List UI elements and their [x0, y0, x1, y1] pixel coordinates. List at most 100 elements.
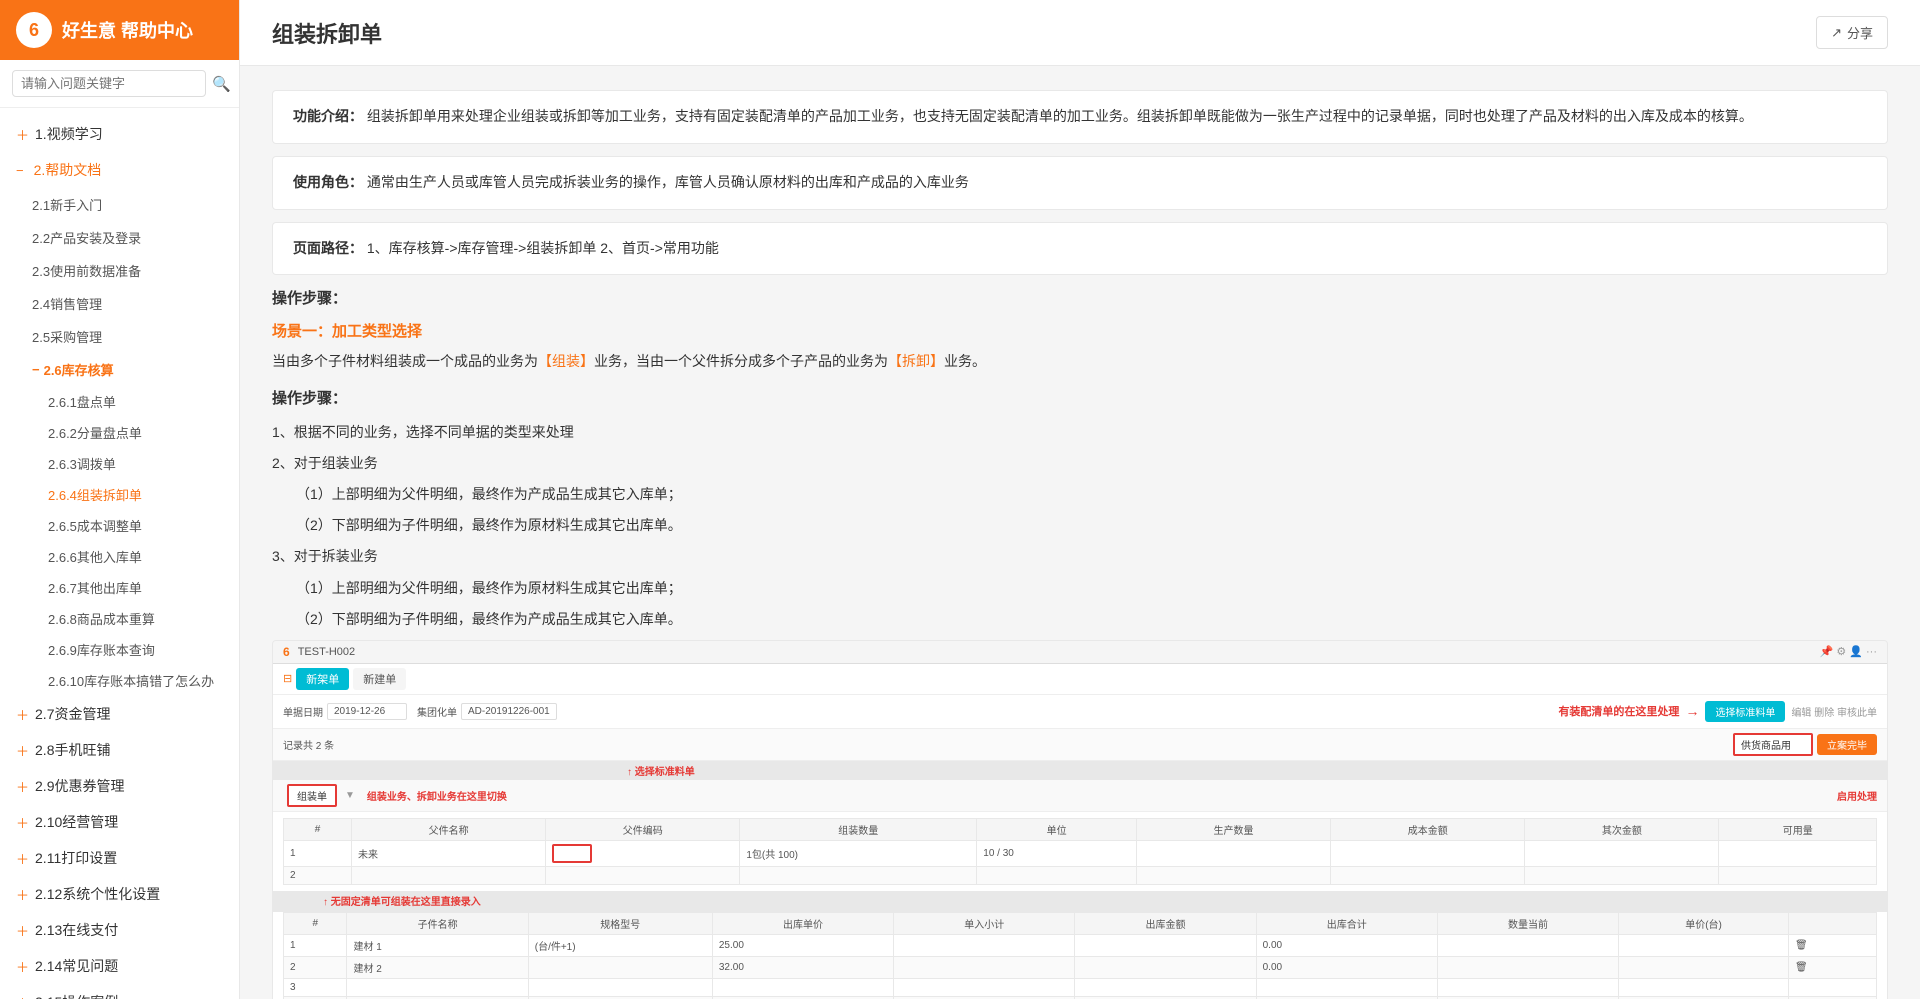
sidebar-subsub-261[interactable]: 2.6.1盘点单	[0, 386, 239, 417]
sidebar-item-215-label: 2.15操作案例	[35, 992, 118, 999]
search-input[interactable]	[12, 70, 206, 97]
sidebar-subsub-269[interactable]: 2.6.9库存账本查询	[0, 634, 239, 665]
sidebar-sub-item-21[interactable]: 2.1新手入门	[0, 188, 239, 221]
sidebar-subsub-264[interactable]: 2.6.4组装拆卸单	[0, 479, 239, 510]
plus-icon-213: ＋	[16, 921, 29, 940]
plus-icon-28: ＋	[16, 741, 29, 760]
sim-search-field[interactable]: 供货商品用	[1733, 733, 1813, 756]
td-code	[546, 840, 740, 866]
sidebar-item-29[interactable]: ＋ 2.9优惠券管理	[0, 768, 239, 804]
td-unit: 10 / 30	[977, 840, 1137, 866]
sidebar-sub-item-25[interactable]: 2.5采购管理	[0, 320, 239, 353]
scenario1-label: 场景一：加工类型选择	[272, 320, 1888, 341]
td-empty2	[546, 866, 740, 884]
sidebar-sub-label-23: 2.3使用前数据准备	[32, 261, 141, 280]
ops-steps-label: 操作步骤：	[272, 287, 1888, 308]
sidebar-subsub-262[interactable]: 2.6.2分量盘点单	[0, 417, 239, 448]
sim-date-label: 单据日期	[283, 704, 323, 719]
brand-title: 好生意 帮助中心	[62, 17, 193, 43]
sidebar-subsub-268[interactable]: 2.6.8商品成本重算	[0, 603, 239, 634]
sidebar-item-27[interactable]: ＋ 2.7资金管理	[0, 696, 239, 732]
annotation4-text: 启用处理	[1837, 788, 1877, 803]
step2-sub1: （1）上部明细为父件明细，最终作为产成品生成其它入库单；	[272, 482, 1888, 507]
sidebar-item-211[interactable]: ＋ 2.11打印设置	[0, 840, 239, 876]
main-header: 组装拆卸单 ↗ 分享	[240, 0, 1920, 66]
sim-type-val[interactable]: 组装单	[287, 784, 337, 807]
share-button[interactable]: ↗ 分享	[1816, 16, 1888, 49]
sidebar-sub-item-26[interactable]: − 2.6库存核算	[0, 353, 239, 386]
sidebar-item-212[interactable]: ＋ 2.12系统个性化设置	[0, 876, 239, 912]
sidebar-item-213[interactable]: ＋ 2.13在线支付	[0, 912, 239, 948]
td-num: 1	[284, 840, 352, 866]
role-text: 通常由生产人员或库管人员完成拆装业务的操作，库管人员确认原材料的出库和产成品的入…	[367, 174, 969, 190]
plus-icon-29: ＋	[16, 777, 29, 796]
plus-icon-video: ＋	[16, 125, 29, 144]
scenario1-desc: 当由多个子件材料组装成一个成品的业务为【组装】业务，当由一个父件拆分成多个子产品…	[272, 349, 1888, 374]
sim-tab[interactable]: 新建单	[353, 668, 406, 690]
search-button[interactable]: 🔍	[212, 75, 231, 93]
screenshot-container: 6 TEST-H002 📌 ⚙ 👤 ··· ⊟ 新架单 新建单	[272, 640, 1888, 999]
sidebar-sub-item-23[interactable]: 2.3使用前数据准备	[0, 254, 239, 287]
sim-date-value: 2019-12-26	[327, 703, 407, 720]
sim-no-label: 集团化单	[417, 704, 457, 719]
sidebar-subsub-266[interactable]: 2.6.6其他入库单	[0, 541, 239, 572]
sidebar-item-28[interactable]: ＋ 2.8手机旺铺	[0, 732, 239, 768]
sim-icons: 📌 ⚙ 👤 ···	[1820, 645, 1877, 658]
sim-edit-icons: 编辑 删除 审核此单	[1791, 704, 1877, 719]
sim-th-5: 单位	[977, 818, 1137, 840]
sim-th-9: 可用量	[1719, 818, 1877, 840]
sim-logo: 6	[283, 645, 290, 659]
step3: 3、对于拆装业务	[272, 544, 1888, 569]
sim-th-1: #	[284, 818, 352, 840]
annotation2-text: ↑ 选择标准料单	[627, 763, 695, 778]
sim-th-6: 生产数量	[1136, 818, 1330, 840]
td-empty7	[1525, 866, 1719, 884]
sidebar-item-210[interactable]: ＋ 2.10经营管理	[0, 804, 239, 840]
sidebar-subsub-265[interactable]: 2.6.5成本调整单	[0, 510, 239, 541]
sidebar-item-help[interactable]: − 2.帮助文档	[0, 152, 239, 188]
sidebar-item-video[interactable]: ＋ 1.视频学习	[0, 116, 239, 152]
sidebar-sub-item-22[interactable]: 2.2产品安装及登录	[0, 221, 239, 254]
td-empty4	[977, 866, 1137, 884]
sim-t2h-8: 数量当前	[1437, 912, 1618, 934]
td-empty3	[740, 866, 977, 884]
annotation5-text: ↑ 无固定清单可组装在这里直接录入	[323, 893, 481, 908]
sidebar-subsub-label-267: 2.6.7其他出库单	[48, 581, 142, 596]
sidebar-item-214[interactable]: ＋ 2.14常见问题	[0, 948, 239, 984]
share-icon: ↗	[1831, 25, 1842, 41]
td-cost	[1331, 840, 1525, 866]
sim-tab-active[interactable]: 新架单	[296, 668, 349, 690]
minus-icon-help: −	[16, 163, 24, 178]
sim-type-selector: 组装单 ▼ 组装业务、拆卸业务在这里切换 启用处理	[273, 780, 1887, 812]
sim-no-value: AD-20191226-001	[461, 703, 557, 720]
sidebar-subsub-2610[interactable]: 2.6.10库存账本搞错了怎么办	[0, 665, 239, 696]
annotation1-arrow: →	[1685, 703, 1699, 719]
sim-th-3: 父件编码	[546, 818, 740, 840]
sidebar-subsub-label-269: 2.6.9库存账本查询	[48, 643, 155, 658]
sidebar-sub-label-26: 2.6库存核算	[44, 360, 114, 379]
sim-topbar: 6 TEST-H002 📌 ⚙ 👤 ···	[273, 641, 1887, 664]
sim-std-btn[interactable]: 选择标准料单	[1705, 701, 1785, 722]
sim-type-icon: ▼	[345, 790, 355, 801]
sim-table1: # 父件名称 父件编码 组装数量 单位 生产数量 成本金额 其次金额 可用量	[283, 818, 1877, 885]
sidebar-subsub-label-264: 2.6.4组装拆卸单	[48, 488, 142, 503]
sim-t2h-2: 子件名称	[347, 912, 528, 934]
path-text: 1、库存核算->库存管理->组装拆卸单 2、首页->常用功能	[367, 240, 719, 256]
sim-date-field: 单据日期 2019-12-26	[283, 703, 407, 720]
sidebar-item-215[interactable]: ＋ 2.15操作案例	[0, 984, 239, 999]
step2-sub2: （2）下部明细为子件明细，最终作为原材料生成其它出库单。	[272, 513, 1888, 538]
sidebar-sub-label-21: 2.1新手入门	[32, 195, 102, 214]
content-area: 功能介绍： 组装拆卸单用来处理企业组装或拆卸等加工业务，支持有固定装配清单的产品…	[240, 66, 1920, 999]
td-prod	[1136, 840, 1330, 866]
sidebar-sub-item-24[interactable]: 2.4销售管理	[0, 287, 239, 320]
logo-icon: 6	[16, 12, 52, 48]
sim-th-4: 组装数量	[740, 818, 977, 840]
step3-sub1: （1）上部明细为父件明细，最终作为原材料生成其它出库单；	[272, 576, 1888, 601]
ops-steps2-label: 操作步骤：	[272, 387, 1888, 408]
sidebar-subsub-263[interactable]: 2.6.3调拨单	[0, 448, 239, 479]
table-row: 3	[284, 978, 1877, 996]
td-avail	[1719, 840, 1877, 866]
sidebar-subsub-267[interactable]: 2.6.7其他出库单	[0, 572, 239, 603]
sim-confirm-btn[interactable]: 立案完毕	[1817, 734, 1877, 755]
sim-th-7: 成本金额	[1331, 818, 1525, 840]
